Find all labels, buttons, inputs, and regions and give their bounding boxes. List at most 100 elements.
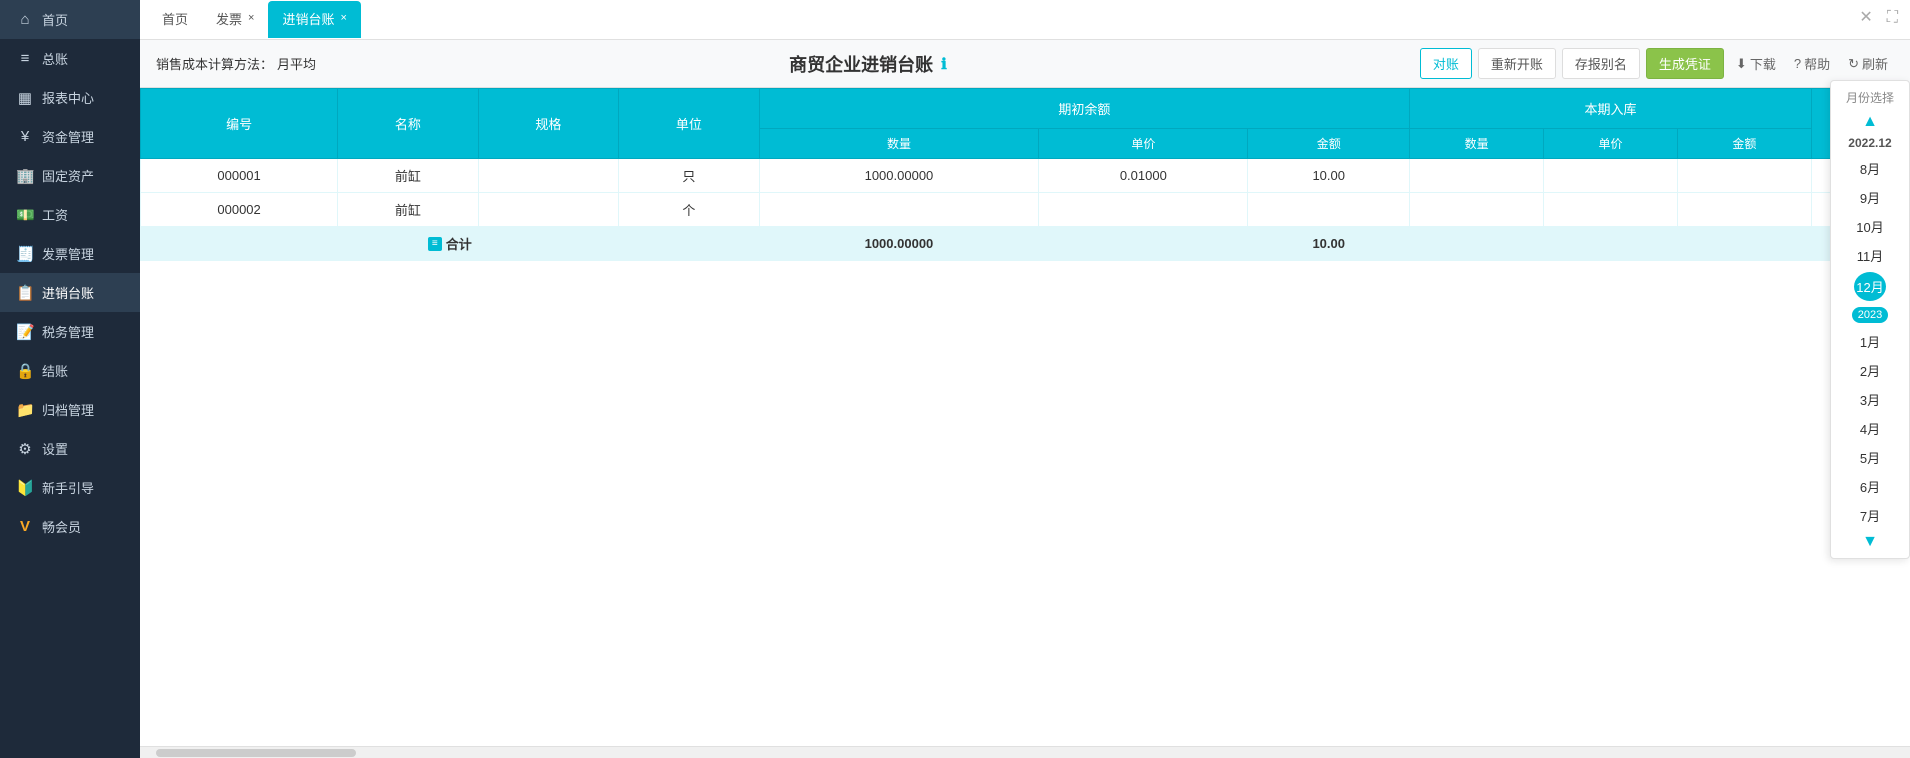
col-sub-qi-amount: 金额 — [1248, 129, 1410, 159]
scrollbar-thumb[interactable] — [156, 749, 356, 757]
month-nav-up: ▲ — [1831, 110, 1909, 134]
cell-id: 000002 — [141, 193, 338, 227]
col-sub-qi-qty: 数量 — [759, 129, 1039, 159]
cell-spec — [478, 159, 618, 193]
cell-in-qty — [1410, 193, 1544, 227]
tab-home[interactable]: 首页 — [148, 1, 202, 38]
guide-icon: 🔰 — [16, 479, 34, 497]
cell-spec — [478, 193, 618, 227]
sidebar-item-salary[interactable]: 💵 工资 — [0, 195, 140, 234]
month-item-8[interactable]: 8月 — [1831, 154, 1909, 183]
month-nav-down: ▼ — [1831, 530, 1909, 554]
window-controls: ✕ ⛶ — [1855, 8, 1902, 28]
sidebar-item-tax[interactable]: 📝 税务管理 — [0, 312, 140, 351]
sidebar-label-assets: 固定资产 — [42, 166, 94, 185]
month-item-1[interactable]: 1月 — [1831, 327, 1909, 356]
save-alias-button[interactable]: 存报别名 — [1562, 48, 1640, 79]
month-prev-button[interactable]: ▲ — [1854, 112, 1886, 132]
cell-qi-qty: 1000.00000 — [759, 159, 1039, 193]
month-item-2[interactable]: 2月 — [1831, 356, 1909, 385]
ledger-icon: ≡ — [16, 50, 34, 67]
assets-icon: 🏢 — [16, 167, 34, 185]
sidebar-item-invoice-mgmt[interactable]: 🧾 发票管理 — [0, 234, 140, 273]
year-2022-label: 2022.12 — [1831, 134, 1909, 154]
table-wrapper: 编号 名称 规格 单位 期初余额 本期入库 数 数量 单价 金额 数量 单价 — [140, 88, 1910, 746]
tab-purchase-sale-close[interactable]: × — [340, 13, 346, 24]
invoice-mgmt-icon: 🧾 — [16, 245, 34, 263]
download-button[interactable]: ⬇ 下载 — [1730, 49, 1782, 78]
sidebar-item-finance[interactable]: ¥ 资金管理 — [0, 117, 140, 156]
cell-qi-amount — [1248, 193, 1410, 227]
col-header-name: 名称 — [338, 89, 478, 159]
sidebar-item-closing[interactable]: 🔒 结账 — [0, 351, 140, 390]
vip-icon: V — [16, 518, 34, 535]
month-item-9[interactable]: 9月 — [1831, 183, 1909, 212]
download-icon: ⬇ — [1736, 56, 1747, 72]
sidebar-label-guide: 新手引导 — [42, 478, 94, 497]
maximize-button[interactable]: ⛶ — [1883, 8, 1902, 28]
reopen-button[interactable]: 重新开账 — [1478, 48, 1556, 79]
tab-bar: 首页 发票 × 进销台账 × — [140, 0, 1910, 40]
refresh-button[interactable]: ↻ 刷新 — [1842, 49, 1894, 78]
horizontal-scrollbar[interactable] — [140, 746, 1910, 758]
action-buttons: 对账 重新开账 存报别名 生成凭证 ⬇ 下载 ? 帮助 ↻ 刷新 — [1420, 48, 1894, 79]
reconcile-button[interactable]: 对账 — [1420, 48, 1472, 79]
month-item-12[interactable]: 12月 — [1854, 272, 1886, 301]
sidebar-item-assets[interactable]: 🏢 固定资产 — [0, 156, 140, 195]
sidebar-label-purchase-sale: 进销台账 — [42, 283, 94, 302]
month-item-3[interactable]: 3月 — [1831, 385, 1909, 414]
year-2023-row: 2023 — [1831, 303, 1909, 327]
finance-icon: ¥ — [16, 128, 34, 145]
cell-qi-qty — [759, 193, 1039, 227]
total-text: 合计 — [446, 234, 472, 253]
month-item-4[interactable]: 4月 — [1831, 414, 1909, 443]
help-button[interactable]: ? 帮助 — [1788, 49, 1836, 78]
minimize-button[interactable]: ✕ — [1855, 8, 1876, 28]
sidebar-item-purchase-sale[interactable]: 📋 进销台账 — [0, 273, 140, 312]
cell-in-qty — [1410, 159, 1544, 193]
tab-home-label: 首页 — [162, 9, 188, 28]
sidebar-item-reports[interactable]: ▦ 报表中心 — [0, 78, 140, 117]
tab-purchase-sale-label: 进销台账 — [282, 9, 334, 28]
sidebar-label-ledger: 总账 — [42, 49, 68, 68]
cell-qi-price: 0.01000 — [1039, 159, 1248, 193]
sidebar-item-home[interactable]: ⌂ 首页 — [0, 0, 140, 39]
sidebar-item-archive[interactable]: 📁 归档管理 — [0, 390, 140, 429]
month-item-11[interactable]: 11月 — [1831, 241, 1909, 270]
main-content: ✕ ⛶ 首页 发票 × 进销台账 × 销售成本计算方法： 月平均 商贸企业进销台… — [140, 0, 1910, 758]
month-item-7[interactable]: 7月 — [1831, 501, 1909, 530]
total-row: ≡ 合计 1000.00000 10.00 — [141, 227, 1910, 261]
month-item-5[interactable]: 5月 — [1831, 443, 1909, 472]
col-header-spec: 规格 — [478, 89, 618, 159]
sidebar-item-ledger[interactable]: ≡ 总账 — [0, 39, 140, 78]
cell-id: 000001 — [141, 159, 338, 193]
cell-in-amount — [1677, 159, 1811, 193]
help-icon: ? — [1794, 56, 1801, 71]
closing-icon: 🔒 — [16, 362, 34, 380]
generate-voucher-button[interactable]: 生成凭证 — [1646, 48, 1724, 79]
sidebar-item-vip[interactable]: V 畅会员 — [0, 507, 140, 546]
cell-in-price — [1544, 193, 1678, 227]
tab-invoice-label: 发票 — [216, 9, 242, 28]
month-next-button[interactable]: ▼ — [1854, 532, 1886, 552]
sidebar-label-tax: 税务管理 — [42, 322, 94, 341]
sidebar-item-guide[interactable]: 🔰 新手引导 — [0, 468, 140, 507]
tab-invoice-close[interactable]: × — [248, 13, 254, 24]
sidebar-label-home: 首页 — [42, 10, 68, 29]
sidebar: ⌂ 首页 ≡ 总账 ▦ 报表中心 ¥ 资金管理 🏢 固定资产 💵 工资 🧾 发票… — [0, 0, 140, 758]
cell-in-price — [1544, 159, 1678, 193]
tax-icon: 📝 — [16, 323, 34, 341]
tab-invoice[interactable]: 发票 × — [202, 1, 268, 38]
month-item-6[interactable]: 6月 — [1831, 472, 1909, 501]
sidebar-label-salary: 工资 — [42, 205, 68, 224]
tab-purchase-sale[interactable]: 进销台账 × — [268, 1, 360, 38]
month-panel-title: 月份选择 — [1831, 85, 1909, 110]
info-icon[interactable]: ℹ — [941, 55, 947, 73]
total-qi-price — [1039, 227, 1248, 261]
reports-icon: ▦ — [16, 89, 34, 107]
sidebar-label-reports: 报表中心 — [42, 88, 94, 107]
sidebar-item-settings[interactable]: ⚙ 设置 — [0, 429, 140, 468]
month-item-10[interactable]: 10月 — [1831, 212, 1909, 241]
cell-unit: 个 — [619, 193, 759, 227]
settings-icon: ⚙ — [16, 440, 34, 458]
